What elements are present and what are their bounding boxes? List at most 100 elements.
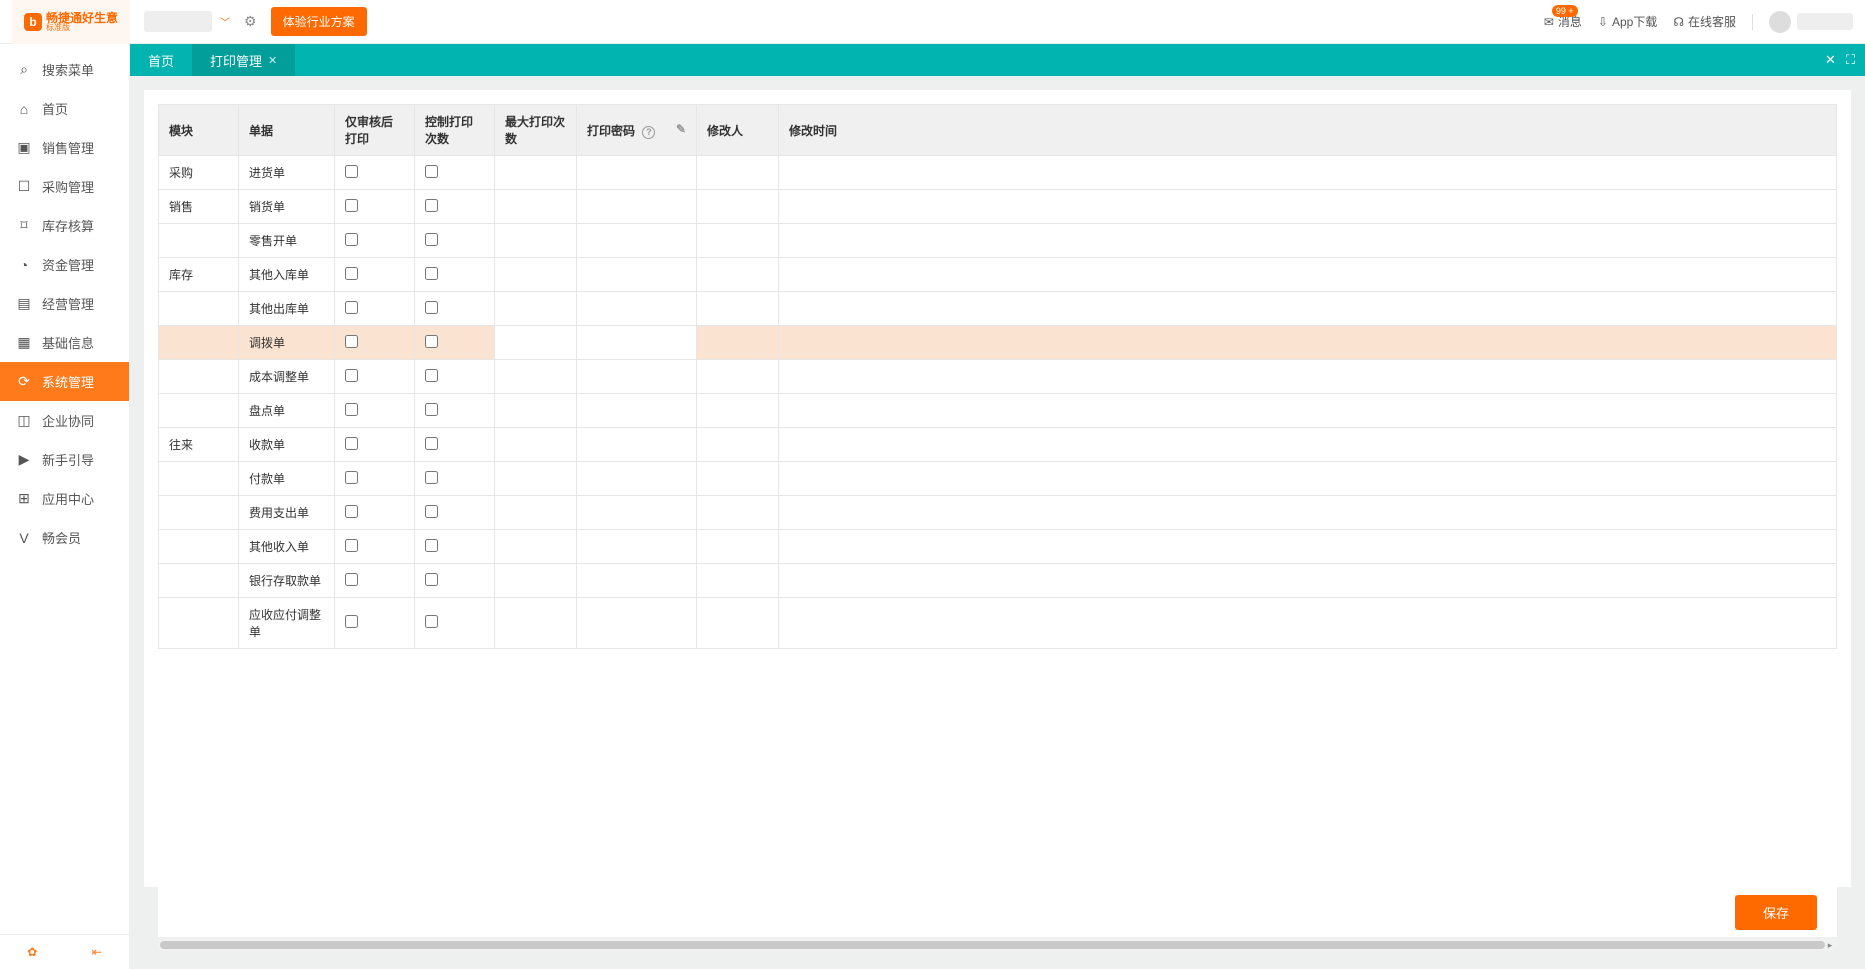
sidebar-item-8[interactable]: ⟳系统管理 (0, 362, 129, 401)
cell-password (577, 462, 697, 496)
messages-button[interactable]: ✉ 99 + 消息 (1544, 13, 1582, 30)
control-count-checkbox[interactable] (425, 539, 438, 552)
audit-only-checkbox[interactable] (345, 471, 358, 484)
audit-only-checkbox[interactable] (345, 505, 358, 518)
table-row: 零售开单 (159, 224, 1837, 258)
th-modifier: 修改人 (697, 105, 779, 156)
org-name-placeholder (144, 11, 212, 32)
audit-only-checkbox[interactable] (345, 301, 358, 314)
edit-column-icon[interactable]: ✎ (676, 122, 686, 136)
scroll-right-icon[interactable]: ▸ (1825, 939, 1835, 951)
sidebar-item-12[interactable]: V畅会员 (0, 518, 129, 557)
app-download-label: App下载 (1612, 13, 1657, 30)
cell-control-count (415, 190, 495, 224)
control-count-checkbox[interactable] (425, 199, 438, 212)
audit-only-checkbox[interactable] (345, 615, 358, 628)
control-count-checkbox[interactable] (425, 233, 438, 246)
logo[interactable]: b 畅捷通好生意 标准版 (12, 0, 130, 44)
sidebar-item-6[interactable]: ▤经营管理 (0, 284, 129, 323)
cell-modify-time (779, 292, 1837, 326)
sidebar-item-7[interactable]: ▦基础信息 (0, 323, 129, 362)
gear-icon[interactable]: ⚙ (244, 13, 257, 30)
sidebar-item-5[interactable]: ◔资金管理 (0, 245, 129, 284)
sidebar-label: 企业协同 (42, 411, 94, 430)
tab-1[interactable]: 打印管理 ✕ (192, 44, 295, 76)
cell-modifier (697, 496, 779, 530)
online-service-button[interactable]: ☊ 在线客服 (1673, 13, 1736, 30)
control-count-checkbox[interactable] (425, 437, 438, 450)
control-count-checkbox[interactable] (425, 471, 438, 484)
table-row: 盘点单 (159, 394, 1837, 428)
cell-audit-only (335, 258, 415, 292)
tab-label: 打印管理 (210, 51, 262, 70)
sidebar-item-0[interactable]: ⌕搜索菜单 (0, 50, 129, 89)
sidebar-item-11[interactable]: ⊞应用中心 (0, 479, 129, 518)
chat-icon: ✉ (1544, 15, 1554, 29)
cell-password (577, 530, 697, 564)
audit-only-checkbox[interactable] (345, 403, 358, 416)
audit-only-checkbox[interactable] (345, 573, 358, 586)
sidebar-icon: ◔ (16, 257, 32, 273)
close-all-tabs-icon[interactable]: ✕ (1825, 52, 1836, 68)
cell-modify-time (779, 496, 1837, 530)
control-count-checkbox[interactable] (425, 369, 438, 382)
audit-only-checkbox[interactable] (345, 335, 358, 348)
th-max-count: 最大打印次数 (495, 105, 577, 156)
sidebar-label: 首页 (42, 99, 68, 118)
cell-password (577, 292, 697, 326)
download-icon: ⇩ (1598, 15, 1608, 29)
messages-badge: 99 + (1552, 5, 1578, 17)
sidebar-item-10[interactable]: ▶新手引导 (0, 440, 129, 479)
sidebar-icon: V (16, 530, 32, 546)
tab-close-icon[interactable]: ✕ (268, 54, 277, 67)
audit-only-checkbox[interactable] (345, 199, 358, 212)
control-count-checkbox[interactable] (425, 573, 438, 586)
cell-audit-only (335, 156, 415, 190)
control-count-checkbox[interactable] (425, 615, 438, 628)
logo-icon: b (24, 13, 42, 31)
sidebar-icon: ▣ (16, 140, 32, 156)
tab-0[interactable]: 首页 (130, 44, 192, 76)
org-selector[interactable]: ﹀ ⚙ (144, 11, 257, 32)
sidebar-item-3[interactable]: ☐采购管理 (0, 167, 129, 206)
cell-audit-only (335, 394, 415, 428)
control-count-checkbox[interactable] (425, 301, 438, 314)
control-count-checkbox[interactable] (425, 165, 438, 178)
user-menu[interactable] (1769, 11, 1853, 33)
control-count-checkbox[interactable] (425, 403, 438, 416)
audit-only-checkbox[interactable] (345, 267, 358, 280)
fullscreen-icon[interactable]: ⛶ (1846, 52, 1855, 68)
cell-max (495, 394, 577, 428)
industry-solution-button[interactable]: 体验行业方案 (271, 7, 367, 36)
cell-modifier (697, 258, 779, 292)
control-count-checkbox[interactable] (425, 505, 438, 518)
audit-only-checkbox[interactable] (345, 437, 358, 450)
cell-module (159, 394, 239, 428)
app-download-button[interactable]: ⇩ App下载 (1598, 13, 1657, 30)
control-count-checkbox[interactable] (425, 335, 438, 348)
control-count-checkbox[interactable] (425, 267, 438, 280)
sidebar-item-9[interactable]: ◫企业协同 (0, 401, 129, 440)
audit-only-checkbox[interactable] (345, 233, 358, 246)
audit-only-checkbox[interactable] (345, 539, 358, 552)
settings-icon[interactable]: ✿ (27, 945, 37, 959)
help-icon[interactable]: ? (642, 126, 655, 139)
horizontal-scrollbar[interactable]: ▸ (158, 939, 1837, 951)
cell-doc: 销货单 (239, 190, 335, 224)
sidebar-item-1[interactable]: ⌂首页 (0, 89, 129, 128)
cell-module (159, 598, 239, 649)
save-button[interactable]: 保存 (1735, 895, 1817, 930)
sidebar-label: 应用中心 (42, 489, 94, 508)
table-row: 采购进货单 (159, 156, 1837, 190)
audit-only-checkbox[interactable] (345, 165, 358, 178)
cell-max (495, 598, 577, 649)
sidebar-item-2[interactable]: ▣销售管理 (0, 128, 129, 167)
collapse-icon[interactable]: ⇤ (92, 945, 102, 959)
sidebar-item-4[interactable]: ⌑库存核算 (0, 206, 129, 245)
scrollbar-thumb[interactable] (160, 941, 1825, 949)
audit-only-checkbox[interactable] (345, 369, 358, 382)
cell-password (577, 190, 697, 224)
cell-modifier (697, 360, 779, 394)
cell-doc: 其他入库单 (239, 258, 335, 292)
cell-module (159, 224, 239, 258)
